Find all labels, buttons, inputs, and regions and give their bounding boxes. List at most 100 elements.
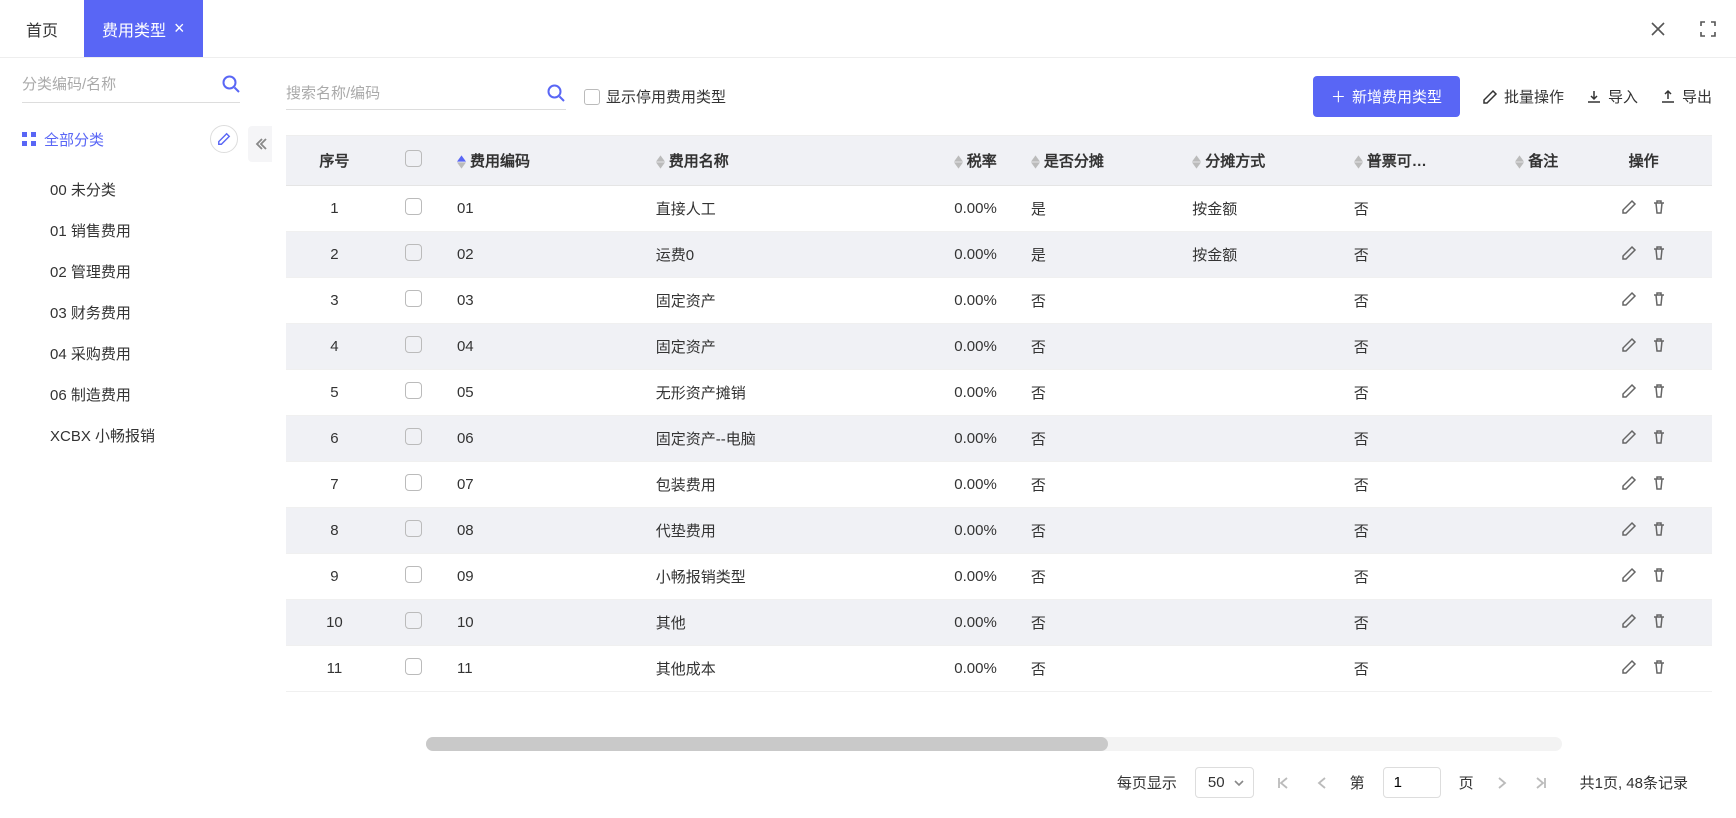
sidebar-item[interactable]: 00 未分类 [22,169,270,210]
cell-code: 04 [445,324,644,370]
delete-row-icon[interactable] [1651,567,1667,583]
batch-label: 批量操作 [1504,86,1564,107]
last-page-icon[interactable] [1530,772,1552,794]
page-number-input[interactable] [1383,767,1441,798]
edit-row-icon[interactable] [1621,383,1637,399]
search-icon[interactable] [221,74,241,94]
th-name[interactable]: 费用名称 [644,136,905,186]
cell-method [1180,600,1341,646]
cell-checkbox[interactable] [383,186,445,232]
delete-row-icon[interactable] [1651,521,1667,537]
cell-share: 否 [1019,646,1180,692]
all-categories-item[interactable]: 全部分类 [22,125,270,153]
th-note[interactable]: 备注 [1503,136,1575,186]
cell-method [1180,554,1341,600]
delete-row-icon[interactable] [1651,659,1667,675]
sidebar-item[interactable]: 02 管理费用 [22,251,270,292]
cell-invoice: 否 [1342,462,1503,508]
edit-row-icon[interactable] [1621,521,1637,537]
category-search-input[interactable] [22,76,221,93]
delete-row-icon[interactable] [1651,613,1667,629]
sidebar-item[interactable]: XCBX 小畅报销 [22,415,270,456]
show-disabled-checkbox[interactable]: 显示停用费用类型 [584,86,726,107]
th-invoice[interactable]: 普票可… [1342,136,1503,186]
first-page-icon[interactable] [1272,772,1294,794]
edit-row-icon[interactable] [1621,613,1637,629]
cell-note [1503,600,1575,646]
th-method[interactable]: 分摊方式 [1180,136,1341,186]
edit-row-icon[interactable] [1621,475,1637,491]
cell-invoice: 否 [1342,646,1503,692]
sort-icon [954,155,963,169]
fullscreen-icon[interactable] [1692,13,1724,45]
export-button[interactable]: 导出 [1660,86,1712,107]
edit-row-icon[interactable] [1621,567,1637,583]
add-expense-type-button[interactable]: ＋ 新增费用类型 [1313,76,1460,117]
prev-page-icon[interactable] [1312,772,1332,794]
sidebar-item[interactable]: 03 财务费用 [22,292,270,333]
table-row: 606固定资产--电脑0.00%否否 [286,416,1712,462]
cell-checkbox[interactable] [383,554,445,600]
edit-category-icon[interactable] [210,125,238,153]
tab-expense-type[interactable]: 费用类型 × [84,0,203,57]
edit-row-icon[interactable] [1621,199,1637,215]
cell-checkbox[interactable] [383,232,445,278]
th-rate[interactable]: 税率 [905,136,1019,186]
cell-operation [1575,508,1712,554]
sidebar-item[interactable]: 01 销售费用 [22,210,270,251]
edit-row-icon[interactable] [1621,245,1637,261]
cell-operation [1575,324,1712,370]
cell-code: 08 [445,508,644,554]
delete-row-icon[interactable] [1651,337,1667,353]
delete-row-icon[interactable] [1651,475,1667,491]
checkbox-icon [584,89,600,105]
sidebar-item[interactable]: 06 制造费用 [22,374,270,415]
cell-seq: 9 [286,554,383,600]
cell-checkbox[interactable] [383,324,445,370]
batch-operation-button[interactable]: 批量操作 [1482,86,1564,107]
checkbox-icon [405,382,422,399]
edit-row-icon[interactable] [1621,291,1637,307]
sidebar-collapse-icon[interactable] [248,126,272,162]
cell-invoice: 否 [1342,186,1503,232]
sidebar-item[interactable]: 04 采购费用 [22,333,270,374]
delete-row-icon[interactable] [1651,429,1667,445]
cell-checkbox[interactable] [383,600,445,646]
table-search-input[interactable] [286,85,546,102]
th-code[interactable]: 费用编码 [445,136,644,186]
next-page-icon[interactable] [1492,772,1512,794]
cell-checkbox[interactable] [383,508,445,554]
cell-method [1180,370,1341,416]
delete-row-icon[interactable] [1651,383,1667,399]
horizontal-scrollbar[interactable] [426,737,1562,751]
cell-checkbox[interactable] [383,462,445,508]
close-icon[interactable]: × [174,18,185,39]
export-icon [1660,89,1676,105]
close-all-icon[interactable] [1642,13,1674,45]
th-share[interactable]: 是否分摊 [1019,136,1180,186]
edit-row-icon[interactable] [1621,659,1637,675]
th-seq[interactable]: 序号 [286,136,383,186]
th-select-all[interactable] [383,136,445,186]
cell-note [1503,416,1575,462]
import-button[interactable]: 导入 [1586,86,1638,107]
cell-invoice: 否 [1342,600,1503,646]
delete-row-icon[interactable] [1651,291,1667,307]
delete-row-icon[interactable] [1651,199,1667,215]
delete-row-icon[interactable] [1651,245,1667,261]
cell-checkbox[interactable] [383,370,445,416]
scrollbar-thumb[interactable] [426,737,1108,751]
cell-code: 07 [445,462,644,508]
cell-checkbox[interactable] [383,416,445,462]
cell-checkbox[interactable] [383,278,445,324]
table-scroll[interactable]: 序号 费用编码 费用名称 税率 是否分摊 分摊方式 普票可… 备注 操作 101… [286,136,1712,751]
cell-checkbox[interactable] [383,646,445,692]
edit-row-icon[interactable] [1621,337,1637,353]
cell-name: 固定资产 [644,278,905,324]
content-area: 显示停用费用类型 ＋ 新增费用类型 批量操作 导入 导出 [270,58,1736,818]
per-page-select[interactable]: 50 [1195,767,1254,798]
cell-seq: 2 [286,232,383,278]
tab-home[interactable]: 首页 [0,0,84,57]
edit-row-icon[interactable] [1621,429,1637,445]
search-icon[interactable] [546,83,566,103]
